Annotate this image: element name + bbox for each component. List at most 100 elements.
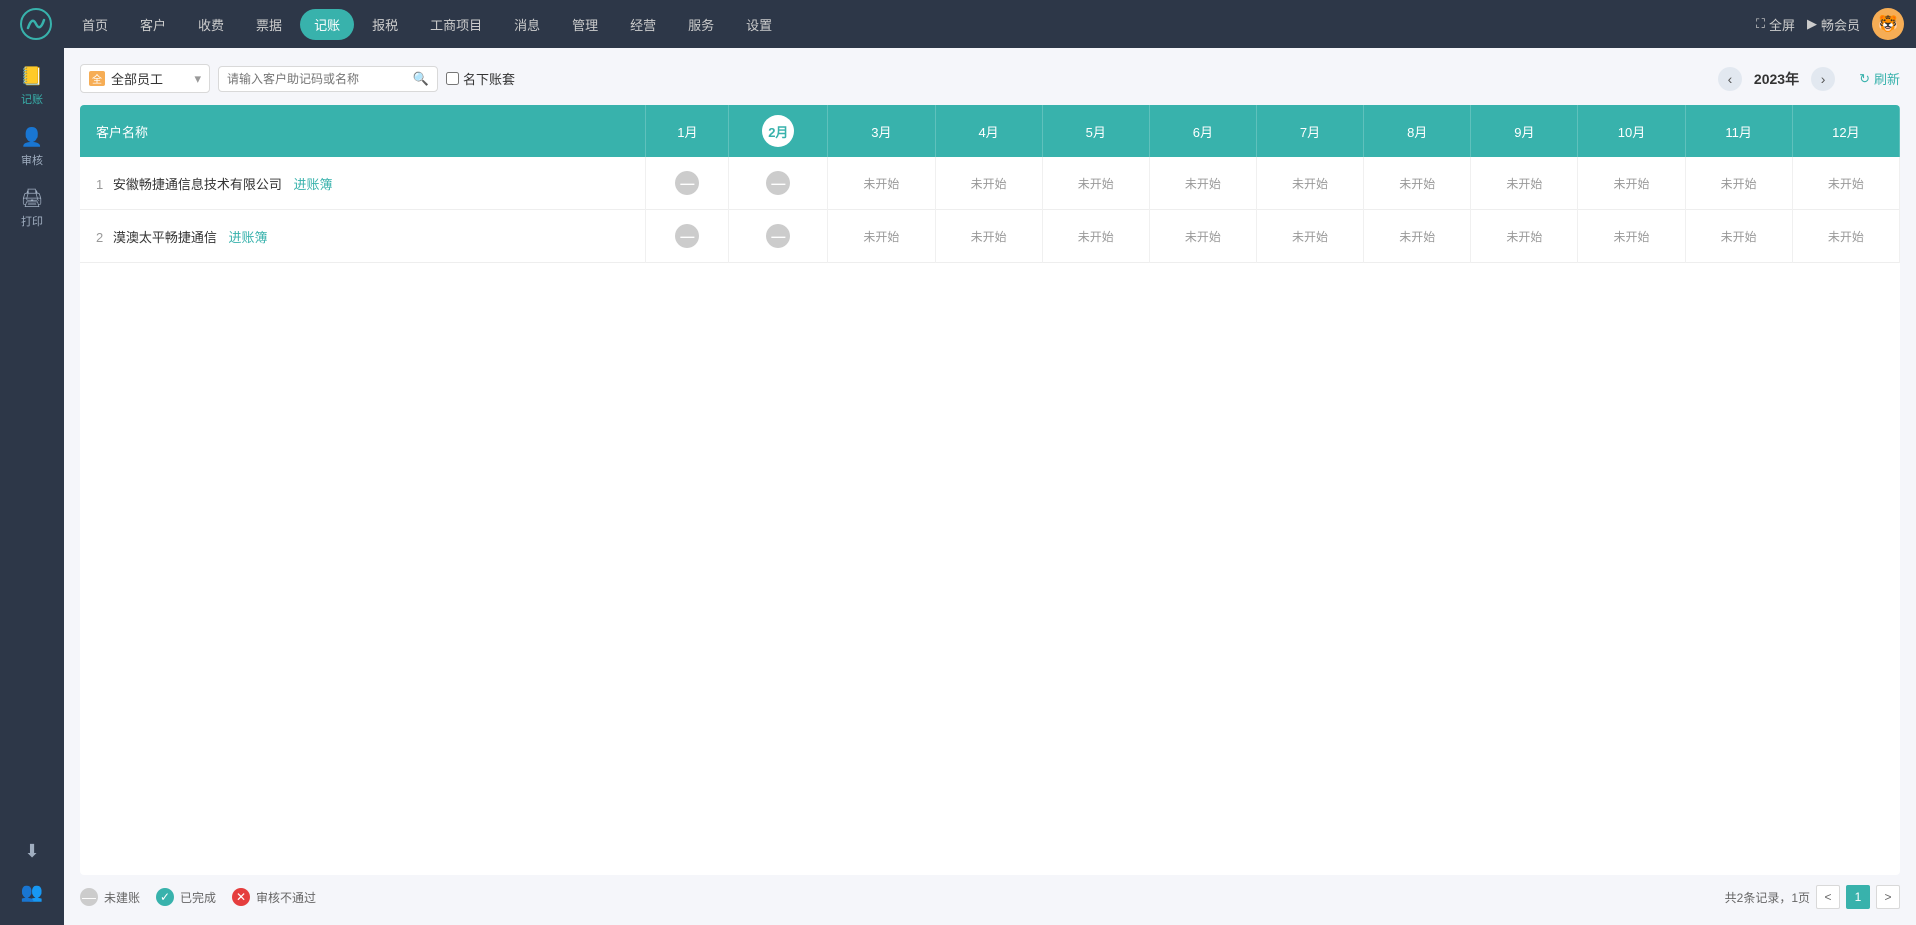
status-not-started: 未开始 [1185,230,1221,244]
member-button[interactable]: ▶ 畅会员 [1807,15,1860,34]
status-not-started: 未开始 [1828,230,1864,244]
status-not-started: 未开始 [863,230,899,244]
subsidiary-checkbox[interactable] [446,72,459,85]
status-not-started: 未开始 [863,177,899,191]
col-header-m1[interactable]: 1月 [646,105,729,157]
cell-m9-2: 未开始 [1471,210,1578,263]
col-header-m2[interactable]: 2月 [729,105,828,157]
status-not-started: 未开始 [1614,230,1650,244]
col-header-name[interactable]: 客户名称 [80,105,646,157]
nav-item-manage[interactable]: 管理 [558,9,612,40]
year-nav: ‹ 2023年 › [1718,67,1835,91]
status-not-started: 未开始 [1399,177,1435,191]
table-wrap: 客户名称1月2月3月4月5月6月7月8月9月10月11月12月 1 安徽畅捷通信… [80,105,1900,875]
legend-dot-completed: ✓ [156,888,174,906]
customer-name: 漠澳太平畅捷通信 [113,230,217,245]
chevron-down-icon: ▾ [194,71,201,87]
sidebar-item-support[interactable]: 👥 [17,872,47,913]
nav-item-operation[interactable]: 经营 [616,9,670,40]
sidebar-item-audit[interactable]: 👤 审核 [0,117,64,178]
cell-m9-1: 未开始 [1471,157,1578,210]
legend-label-rejected: 审核不通过 [256,889,316,906]
status-not-started: 未开始 [1292,177,1328,191]
enter-ledger-button[interactable]: 进账簿 [229,230,268,245]
cell-m1-1: — [646,157,729,210]
employee-select[interactable]: 全 全部员工 ▾ [80,64,210,93]
nav-item-billing[interactable]: 收费 [184,9,238,40]
next-year-button[interactable]: › [1811,67,1835,91]
nav-item-tax[interactable]: 报税 [358,9,412,40]
enter-ledger-button[interactable]: 进账簿 [294,177,333,192]
col-header-m3[interactable]: 3月 [828,105,935,157]
search-input[interactable] [227,72,407,86]
nav-item-business[interactable]: 工商项目 [416,9,496,40]
nav-item-settings[interactable]: 设置 [732,9,786,40]
nav-items: 首页客户收费票据记账报税工商项目消息管理经营服务设置 [68,9,1756,40]
legend-dot-not-built: — [80,888,98,906]
col-header-m5[interactable]: 5月 [1042,105,1149,157]
status-dash-icon: — [766,224,790,248]
col-header-m10[interactable]: 10月 [1578,105,1685,157]
customer-name: 安徽畅捷通信息技术有限公司 [113,177,282,192]
avatar[interactable]: 🐯 [1872,8,1904,40]
fullscreen-button[interactable]: ⛶ 全屏 [1756,15,1795,34]
current-page-button[interactable]: 1 [1846,885,1870,909]
cell-m1-2: — [646,210,729,263]
cell-m11-1: 未开始 [1685,157,1792,210]
status-not-started: 未开始 [1292,230,1328,244]
fullscreen-icon: ⛶ [1756,16,1765,32]
support-icon: 👥 [21,882,43,903]
sidebar-item-bookkeeping[interactable]: 📒 记账 [0,56,64,117]
status-not-started: 未开始 [1721,177,1757,191]
checkbox-label[interactable]: 名下账套 [446,69,515,88]
cell-m3-1: 未开始 [828,157,935,210]
cell-m7-1: 未开始 [1256,157,1363,210]
top-nav: 首页客户收费票据记账报税工商项目消息管理经营服务设置 ⛶ 全屏 ▶ 畅会员 🐯 [0,0,1916,48]
cell-m10-1: 未开始 [1578,157,1685,210]
nav-item-service[interactable]: 服务 [674,9,728,40]
status-not-started: 未开始 [1185,177,1221,191]
footer: —未建账✓已完成✕审核不通过 共2条记录，1页 < 1 > [80,875,1900,909]
refresh-button[interactable]: ↻ 刷新 [1859,69,1900,88]
status-not-started: 未开始 [1399,230,1435,244]
col-header-m11[interactable]: 11月 [1685,105,1792,157]
sidebar-item-download[interactable]: ⬇ [17,831,47,872]
nav-item-invoice[interactable]: 票据 [242,9,296,40]
cell-m2-2: — [729,210,828,263]
audit-icon: 👤 [21,127,43,148]
col-header-m4[interactable]: 4月 [935,105,1042,157]
prev-year-button[interactable]: ‹ [1718,67,1742,91]
nav-item-message[interactable]: 消息 [500,9,554,40]
table-row: 1 安徽畅捷通信息技术有限公司 进账簿——未开始未开始未开始未开始未开始未开始未… [80,157,1900,210]
sidebar: 📒 记账 👤 审核 🖨 打印 ⬇ 👥 [0,48,64,925]
cell-m3-2: 未开始 [828,210,935,263]
cell-m8-2: 未开始 [1364,210,1471,263]
top-nav-right: ⛶ 全屏 ▶ 畅会员 🐯 [1756,8,1904,40]
toolbar: 全 全部员工 ▾ 🔍 名下账套 ‹ 2023年 › ↻ 刷新 [80,64,1900,93]
col-header-m6[interactable]: 6月 [1149,105,1256,157]
col-header-m7[interactable]: 7月 [1256,105,1363,157]
status-not-started: 未开始 [971,230,1007,244]
cell-m5-2: 未开始 [1042,210,1149,263]
status-not-started: 未开始 [1828,177,1864,191]
col-header-m8[interactable]: 8月 [1364,105,1471,157]
status-not-started: 未开始 [1506,177,1542,191]
cell-name-1: 1 安徽畅捷通信息技术有限公司 进账簿 [80,157,646,210]
prev-page-button[interactable]: < [1816,885,1840,909]
col-header-m12[interactable]: 12月 [1792,105,1899,157]
col-header-m9[interactable]: 9月 [1471,105,1578,157]
logo [12,8,60,40]
sidebar-item-print[interactable]: 🖨 打印 [0,178,64,239]
nav-item-customer[interactable]: 客户 [126,9,180,40]
status-not-started: 未开始 [1614,177,1650,191]
search-wrap: 🔍 [218,66,438,92]
search-icon: 🔍 [413,71,429,87]
status-not-started: 未开始 [1078,177,1114,191]
nav-item-bookkeeping[interactable]: 记账 [300,9,354,40]
row-num: 1 [96,177,103,192]
next-page-button[interactable]: > [1876,885,1900,909]
nav-item-home[interactable]: 首页 [68,9,122,40]
table-row: 2 漠澳太平畅捷通信 进账簿——未开始未开始未开始未开始未开始未开始未开始未开始… [80,210,1900,263]
bookkeeping-icon: 📒 [21,66,43,87]
cell-m6-1: 未开始 [1149,157,1256,210]
